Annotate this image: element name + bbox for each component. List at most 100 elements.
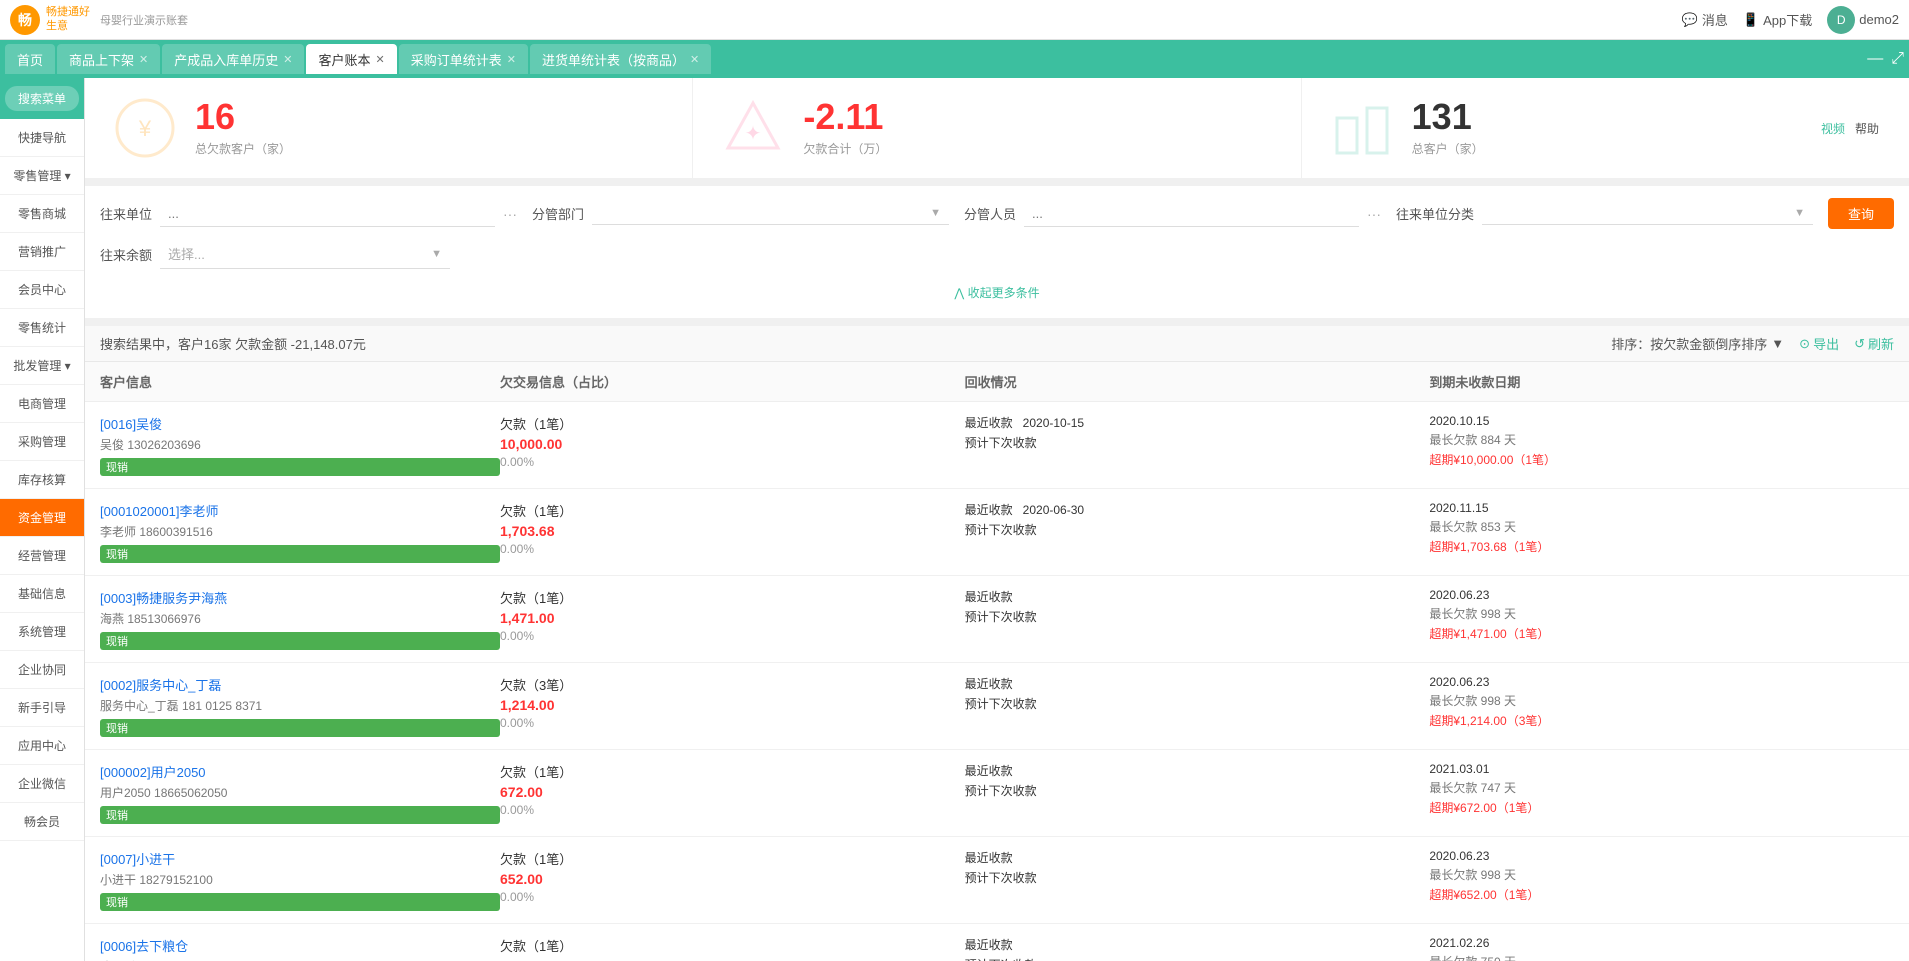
sidebar-item-ecom-mgmt[interactable]: 电商管理 <box>0 385 84 423</box>
logo-area: 畅 畅捷通好生意 <box>10 5 95 35</box>
tab-close-inventory-stat[interactable]: ✕ <box>690 53 699 66</box>
debt-info-3: 欠款（3笔） 1,214.00 0.00% <box>500 675 965 730</box>
refresh-label: 刷新 <box>1868 334 1894 353</box>
tab-product-history[interactable]: 产成品入库单历史 ✕ <box>162 44 304 74</box>
sidebar-item-member-center[interactable]: 会员中心 <box>0 271 84 309</box>
overdue-days-2: 最长欠款 998 天 <box>1429 605 1894 622</box>
sidebar-item-beginner-guide[interactable]: 新手引导 <box>0 689 84 727</box>
tab-inventory-stat[interactable]: 进货单统计表（按商品） ✕ <box>530 44 711 74</box>
table-row: [0002]服务中心_丁磊 服务中心_丁磊 181 0125 8371 现销 欠… <box>85 663 1909 750</box>
unit-category-select[interactable]: ▼ <box>1482 202 1813 225</box>
sidebar-item-retail-stats[interactable]: 零售统计 <box>0 309 84 347</box>
overdue-link-5[interactable]: 超期¥652.00（1笔） <box>1429 886 1894 903</box>
tab-product-offshelf[interactable]: 商品上下架 ✕ <box>57 44 160 74</box>
sidebar-item-marketing[interactable]: 营销推广 <box>0 233 84 271</box>
sidebar-item-system-mgmt[interactable]: 系统管理 <box>0 613 84 651</box>
debt-amount-5: 652.00 <box>500 871 965 887</box>
collection-info-1: 最近收款 2020-06-30 预计下次收款 <box>965 501 1430 538</box>
sidebar-search[interactable]: 搜索菜单 <box>5 86 79 111</box>
stat-label-debt-customers: 总欠款客户（家） <box>195 140 291 157</box>
collapse-filters-button[interactable]: ⋀ 收起更多条件 <box>100 279 1894 306</box>
debt-count-5: 欠款（1笔） <box>500 849 965 868</box>
overdue-link-4[interactable]: 超期¥672.00（1笔） <box>1429 799 1894 816</box>
customer-info-6: [0006]去下粮仓 陈小希 现销 <box>100 936 500 961</box>
header-collection: 回收情况 <box>965 372 1430 391</box>
tab-close-customer-account[interactable]: ✕ <box>376 53 385 66</box>
sort-select[interactable]: 排序：按欠款金额倒序排序 ▼ <box>1611 334 1784 353</box>
overdue-info-1: 2020.11.15 最长欠款 853 天 超期¥1,703.68（1笔） <box>1429 501 1894 555</box>
message-label: 消息 <box>1702 10 1728 29</box>
sidebar-item-capital-mgmt[interactable]: 资金管理 <box>0 499 84 537</box>
next-collection-label-2: 预计下次收款 <box>965 608 1430 625</box>
collection-info-4: 最近收款 预计下次收款 <box>965 762 1430 799</box>
tab-close-product-offshelf[interactable]: ✕ <box>139 53 148 66</box>
customer-name-3[interactable]: [0002]服务中心_丁磊 <box>100 675 500 694</box>
customer-name-6[interactable]: [0006]去下粮仓 <box>100 936 500 955</box>
tab-customer-account[interactable]: 客户账本 ✕ <box>306 44 396 74</box>
stat-card-debt-amount: ✦ -2.11 欠款合计（万） <box>693 78 1301 178</box>
person-input[interactable] <box>1024 201 1359 227</box>
customer-name-4[interactable]: [000002]用户2050 <box>100 762 500 781</box>
main-area: 搜索菜单 快捷导航 零售管理 ▾ 零售商城 营销推广 会员中心 零售统计 批发管… <box>0 78 1909 961</box>
help-label[interactable]: 帮助 <box>1855 120 1879 137</box>
customer-phone-4: 用户2050 18665062050 <box>100 784 500 801</box>
sidebar-item-batch-mgmt[interactable]: 批发管理 ▾ <box>0 347 84 385</box>
source-unit-input[interactable] <box>160 201 495 227</box>
customer-name-1[interactable]: [0001020001]李老师 <box>100 501 500 520</box>
sidebar-item-retail-mgmt[interactable]: 零售管理 ▾ <box>0 157 84 195</box>
balance-select[interactable]: 选择... ▼ <box>160 239 450 269</box>
sidebar-item-app-center[interactable]: 应用中心 <box>0 727 84 765</box>
search-button[interactable]: 查询 <box>1828 198 1894 229</box>
debt-amount-1: 1,703.68 <box>500 523 965 539</box>
customer-name-2[interactable]: [0003]畅捷服务尹海燕 <box>100 588 500 607</box>
last-collection-label-5: 最近收款 <box>965 849 1430 866</box>
customer-name-0[interactable]: [0016]吴俊 <box>100 414 500 433</box>
tab-minimize-icon[interactable]: — <box>1867 50 1883 68</box>
collection-info-6: 最近收款 预计下次收款 <box>965 936 1430 961</box>
sidebar-item-vip-member[interactable]: 畅会员 <box>0 803 84 841</box>
stat-value-debt-amount: -2.11 <box>803 99 887 135</box>
message-button[interactable]: 💬 消息 <box>1682 10 1728 29</box>
sidebar-item-basic-info[interactable]: 基础信息 <box>0 575 84 613</box>
refresh-icon: ↺ <box>1854 336 1865 352</box>
overdue-info-5: 2020.06.23 最长欠款 998 天 超期¥652.00（1笔） <box>1429 849 1894 903</box>
overdue-days-5: 最长欠款 998 天 <box>1429 866 1894 883</box>
sidebar-item-retail-store[interactable]: 零售商城 <box>0 195 84 233</box>
overdue-days-0: 最长欠款 884 天 <box>1429 431 1894 448</box>
overdue-link-3[interactable]: 超期¥1,214.00（3笔） <box>1429 712 1894 729</box>
overdue-info-0: 2020.10.15 最长欠款 884 天 超期¥10,000.00（1笔） <box>1429 414 1894 468</box>
results-bar: 搜索结果中，客户16家 欠款金额 -21,148.07元 排序：按欠款金额倒序排… <box>85 326 1909 362</box>
sidebar-item-inventory-check[interactable]: 库存核算 <box>0 461 84 499</box>
overdue-link-0[interactable]: 超期¥10,000.00（1笔） <box>1429 451 1894 468</box>
user-menu[interactable]: D demo2 <box>1827 6 1899 34</box>
sidebar-item-biz-mgmt[interactable]: 经营管理 <box>0 537 84 575</box>
sidebar-item-quick-nav[interactable]: 快捷导航 <box>0 119 84 157</box>
sidebar-item-enterprise-wechat[interactable]: 企业微信 <box>0 765 84 803</box>
app-download-button[interactable]: 📱 App下载 <box>1743 10 1812 29</box>
export-button[interactable]: ⊙ 导出 <box>1799 334 1839 353</box>
filter-group-source-unit: 往来单位 ··· <box>100 201 517 227</box>
table-row: [0006]去下粮仓 陈小希 现销 欠款（1笔） 455.90 0.00% 最近… <box>85 924 1909 961</box>
overdue-link-2[interactable]: 超期¥1,471.00（1笔） <box>1429 625 1894 642</box>
tab-close-product-history[interactable]: ✕ <box>283 53 292 66</box>
overdue-link-1[interactable]: 超期¥1,703.68（1笔） <box>1429 538 1894 555</box>
video-label[interactable]: 视频 <box>1821 120 1845 137</box>
stat-info-debt-amount: -2.11 欠款合计（万） <box>803 99 887 157</box>
customer-name-5[interactable]: [0007]小进干 <box>100 849 500 868</box>
overdue-info-6: 2021.02.26 最长欠款 750 天 超期¥455.90（1笔） <box>1429 936 1894 961</box>
export-icon: ⊙ <box>1799 336 1810 352</box>
sidebar-item-purchase-mgmt[interactable]: 采购管理 <box>0 423 84 461</box>
customer-info-0: [0016]吴俊 吴俊 13026203696 现销 <box>100 414 500 476</box>
dept-select[interactable]: ▼ <box>592 202 949 225</box>
tab-expand-icon[interactable]: ⤢ <box>1891 50 1904 68</box>
table-header: 客户信息 欠交易信息（占比） 回收情况 到期未收款日期 <box>85 362 1909 402</box>
debt-info-2: 欠款（1笔） 1,471.00 0.00% <box>500 588 965 643</box>
tab-purchase-order[interactable]: 采购订单统计表 ✕ <box>399 44 528 74</box>
refresh-button[interactable]: ↺ 刷新 <box>1854 334 1894 353</box>
tab-close-purchase-order[interactable]: ✕ <box>507 53 516 66</box>
stat-label-debt-amount: 欠款合计（万） <box>803 140 887 157</box>
filter-row-1: 往来单位 ··· 分管部门 ▼ 分管人员 ··· <box>100 198 1894 229</box>
tab-home[interactable]: 首页 <box>5 44 55 74</box>
overdue-date-3: 2020.06.23 <box>1429 675 1894 689</box>
sidebar-item-enterprise-coop[interactable]: 企业协同 <box>0 651 84 689</box>
